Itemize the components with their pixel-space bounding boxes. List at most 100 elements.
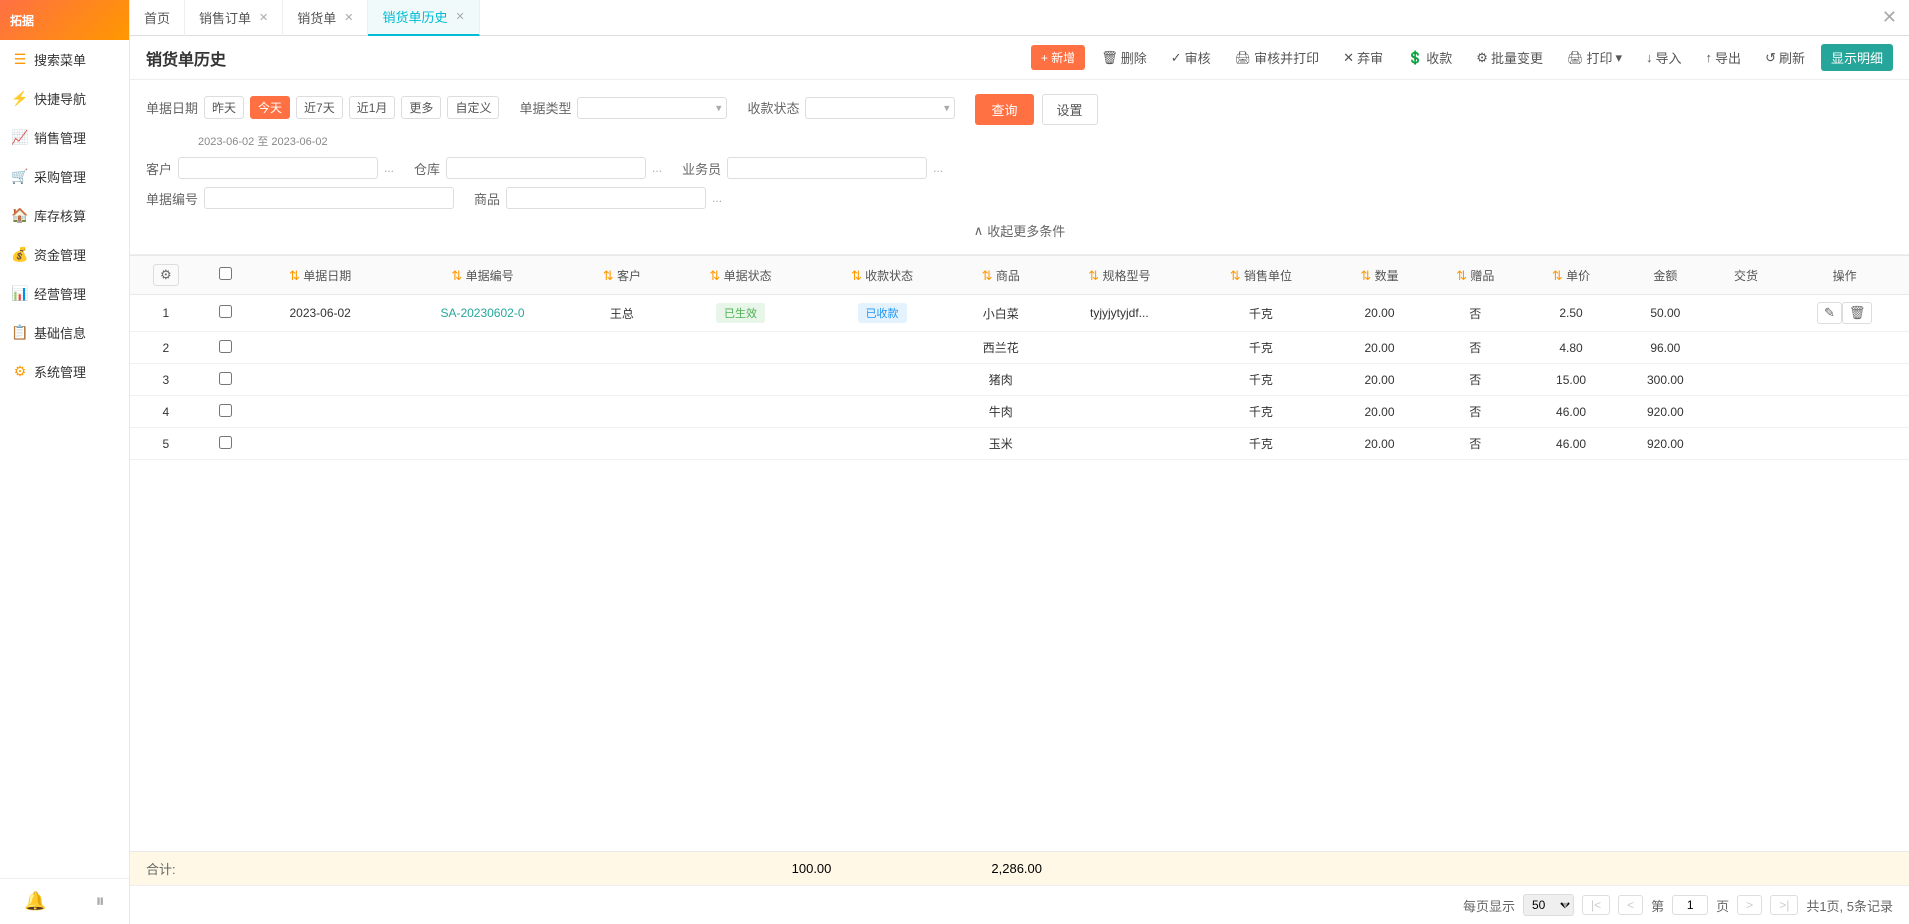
notification-icon[interactable]: 🔔 bbox=[20, 887, 50, 916]
settings-button[interactable]: 设置 bbox=[1042, 94, 1098, 125]
gear-settings-button[interactable]: ⚙ bbox=[153, 264, 179, 286]
refresh-button[interactable]: ↺ 刷新 bbox=[1757, 45, 1813, 70]
date-btn-more[interactable]: 更多 bbox=[401, 96, 441, 119]
date-btn-1month[interactable]: 近1月 bbox=[349, 96, 396, 119]
col-qty[interactable]: ⇅ 数量 bbox=[1332, 256, 1428, 295]
salesman-more-dots[interactable]: ... bbox=[933, 161, 943, 175]
sidebar-item-label: 经营管理 bbox=[34, 284, 86, 303]
qty-cell: 20.00 bbox=[1332, 332, 1428, 364]
col-trade[interactable]: 交货 bbox=[1712, 256, 1781, 295]
collapse-button[interactable]: ∧ 收起更多条件 bbox=[974, 217, 1066, 244]
col-gift[interactable]: ⇅ 赠品 bbox=[1427, 256, 1523, 295]
close-sales-history-tab-icon[interactable]: ✕ bbox=[456, 10, 465, 23]
col-unit[interactable]: ⇅ 销售单位 bbox=[1190, 256, 1332, 295]
row-checkbox[interactable] bbox=[219, 305, 232, 318]
col-doc-status[interactable]: ⇅ 单据状态 bbox=[670, 256, 812, 295]
print-button[interactable]: 🖨 打印 ▾ bbox=[1559, 45, 1630, 70]
first-page-button[interactable]: |< bbox=[1582, 895, 1610, 915]
row-checkbox[interactable] bbox=[219, 340, 232, 353]
col-spec[interactable]: ⇅ 规格型号 bbox=[1049, 256, 1191, 295]
col-doc-no[interactable]: ⇅ 单据编号 bbox=[391, 256, 574, 295]
col-sort-icon: ⇅ bbox=[1230, 268, 1241, 283]
tab-sales-goods[interactable]: 销货单 ✕ bbox=[283, 0, 368, 36]
collect-status-select[interactable] bbox=[805, 97, 955, 119]
action-cell bbox=[1780, 364, 1909, 396]
doc-type-select[interactable] bbox=[577, 97, 727, 119]
page-number-input[interactable] bbox=[1672, 895, 1708, 915]
filter-row-1: 单据日期 昨天 今天 近7天 近1月 更多 自定义 单据类型 收款状态 bbox=[146, 90, 1893, 125]
page-size-select[interactable]: 10 20 50 100 bbox=[1523, 894, 1574, 916]
export-button[interactable]: ↑ 导出 bbox=[1698, 45, 1750, 70]
doc-no-input[interactable] bbox=[204, 187, 454, 209]
delete-row-button[interactable]: 🗑 bbox=[1842, 302, 1873, 324]
sidebar-item-base-info[interactable]: 📋 基础信息 bbox=[0, 313, 129, 352]
date-btn-yesterday[interactable]: 昨天 bbox=[204, 96, 244, 119]
warehouse-more-dots[interactable]: ... bbox=[652, 161, 662, 175]
collect-status-cell bbox=[811, 396, 953, 428]
col-goods[interactable]: ⇅ 商品 bbox=[953, 256, 1049, 295]
sidebar-item-purchase-mgmt[interactable]: 🛒 采购管理 bbox=[0, 157, 129, 196]
sidebar-item-finance[interactable]: 💰 资金管理 bbox=[0, 235, 129, 274]
sidebar-item-search-menu[interactable]: ☰ 搜索菜单 bbox=[0, 40, 129, 79]
row-checkbox[interactable] bbox=[219, 436, 232, 449]
col-doc-date[interactable]: ⇅ 单据日期 bbox=[249, 256, 391, 295]
sidebar-item-sales-mgmt[interactable]: 📈 销售管理 bbox=[0, 118, 129, 157]
date-btn-7days[interactable]: 近7天 bbox=[296, 96, 343, 119]
collect-button[interactable]: 💲 收款 bbox=[1399, 45, 1460, 70]
edit-row-button[interactable]: ✎ bbox=[1817, 302, 1842, 324]
col-price[interactable]: ⇅ 单价 bbox=[1523, 256, 1619, 295]
doc-no-link[interactable]: SA-20230602-0 bbox=[440, 306, 524, 320]
display-detail-button[interactable]: 显示明细 bbox=[1821, 44, 1893, 71]
close-sales-order-tab-icon[interactable]: ✕ bbox=[259, 11, 268, 24]
doc-type-select-wrapper bbox=[577, 97, 727, 119]
last-page-button[interactable]: >| bbox=[1770, 895, 1798, 915]
sidebar-logo: 拓据 bbox=[0, 0, 129, 40]
import-button[interactable]: ↓ 导入 bbox=[1638, 45, 1690, 70]
select-all-checkbox[interactable] bbox=[219, 267, 232, 280]
goods-more-dots[interactable]: ... bbox=[712, 191, 722, 205]
salesman-input[interactable] bbox=[727, 157, 927, 179]
col-checkbox[interactable] bbox=[202, 256, 250, 295]
customer-more-dots[interactable]: ... bbox=[384, 161, 394, 175]
batch-change-button[interactable]: ⚙ 批量变更 bbox=[1468, 45, 1551, 70]
tab-sales-history[interactable]: 销货单历史 ✕ bbox=[368, 0, 479, 36]
unit-cell: 千克 bbox=[1190, 428, 1332, 460]
close-all-tabs-icon[interactable]: ✕ bbox=[1870, 7, 1909, 28]
delete-button[interactable]: 🗑 删除 bbox=[1093, 45, 1155, 70]
tab-home[interactable]: 首页 bbox=[130, 0, 185, 36]
new-button[interactable]: + 新增 bbox=[1031, 45, 1085, 70]
row-checkbox[interactable] bbox=[219, 404, 232, 417]
sidebar-item-operations[interactable]: 📊 经营管理 bbox=[0, 274, 129, 313]
price-cell: 2.50 bbox=[1523, 295, 1619, 332]
query-button[interactable]: 查询 bbox=[975, 94, 1033, 125]
page-size-label: 每页显示 bbox=[1463, 896, 1515, 915]
date-btn-custom[interactable]: 自定义 bbox=[447, 96, 499, 119]
sidebar-item-sys-mgmt[interactable]: ⚙ 系统管理 bbox=[0, 352, 129, 391]
prev-page-button[interactable]: < bbox=[1618, 895, 1643, 915]
spec-cell bbox=[1049, 364, 1191, 396]
col-sort-icon: ⇅ bbox=[1088, 268, 1099, 283]
goods-input[interactable] bbox=[506, 187, 706, 209]
footer-totals: 100.00 2,286.00 bbox=[192, 861, 1042, 876]
col-collect-status[interactable]: ⇅ 收款状态 bbox=[811, 256, 953, 295]
customer-label: 客户 bbox=[146, 159, 172, 178]
next-page-button[interactable]: > bbox=[1737, 895, 1762, 915]
table-footer: 合计: 100.00 2,286.00 bbox=[130, 851, 1909, 885]
tab-sales-order[interactable]: 销售订单 ✕ bbox=[185, 0, 283, 36]
col-amount[interactable]: 金额 bbox=[1619, 256, 1712, 295]
date-btn-today[interactable]: 今天 bbox=[250, 96, 290, 119]
audit-print-button[interactable]: 🖨 审核并打印 bbox=[1227, 45, 1328, 70]
audit-button[interactable]: ✓ 审核 bbox=[1163, 45, 1219, 70]
warehouse-input[interactable] bbox=[446, 157, 646, 179]
sidebar-item-inventory[interactable]: 🏠 库存核算 bbox=[0, 196, 129, 235]
col-customer[interactable]: ⇅ 客户 bbox=[574, 256, 670, 295]
col-gear[interactable]: ⚙ bbox=[130, 256, 202, 295]
sidebar-item-quick-nav[interactable]: ⚡ 快捷导航 bbox=[0, 79, 129, 118]
pause-icon[interactable]: ⏸ bbox=[92, 887, 109, 916]
abandon-label: 弃审 bbox=[1357, 48, 1383, 67]
close-sales-goods-tab-icon[interactable]: ✕ bbox=[344, 11, 353, 24]
row-checkbox[interactable] bbox=[219, 372, 232, 385]
price-cell: 4.80 bbox=[1523, 332, 1619, 364]
abandon-button[interactable]: ✕ 弃审 bbox=[1335, 45, 1391, 70]
customer-input[interactable] bbox=[178, 157, 378, 179]
